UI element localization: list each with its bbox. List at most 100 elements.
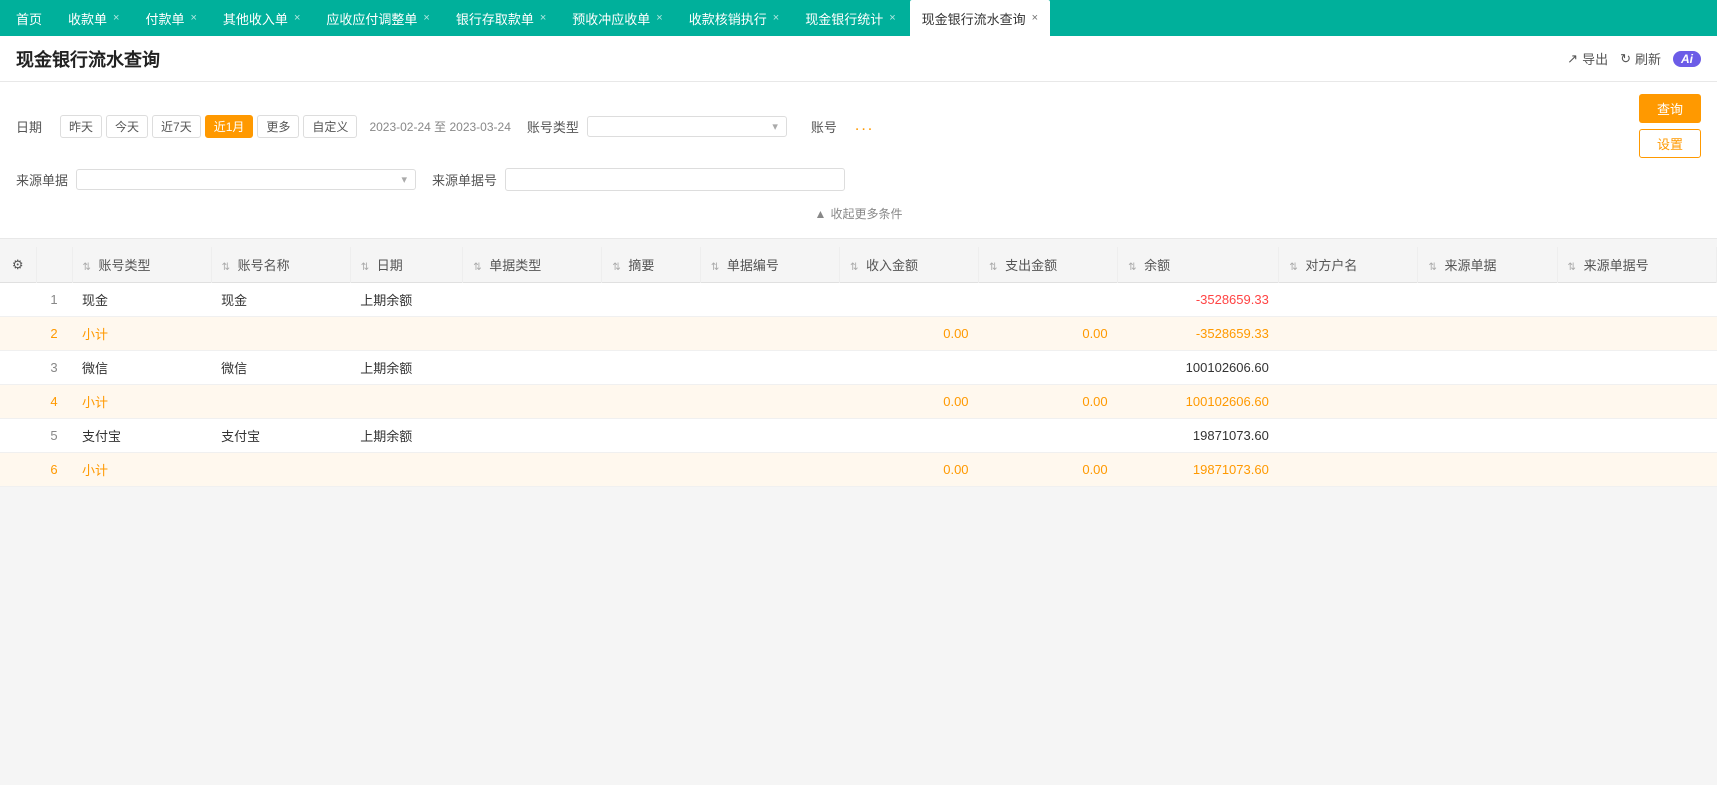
nav-tab-6[interactable]: 收款核销执行 × [677,0,791,36]
row-doc-no [700,351,839,385]
row-income [839,351,978,385]
row-expense [979,351,1118,385]
row-account-type: 小计 [72,453,211,487]
account-type-select[interactable]: ▾ [587,116,787,137]
close-icon[interactable]: × [190,12,196,24]
row-date [350,385,463,419]
table-row: 2 小计 0.00 0.00 -3528659.33 [0,317,1717,351]
row-counterparty [1279,419,1418,453]
header-actions: ↗ 导出 ↻ 刷新 Ai [1567,49,1701,68]
close-icon[interactable]: × [773,12,779,24]
date-range: 2023-02-24 至 2023-03-24 [369,118,510,135]
row-account-type: 支付宝 [72,419,211,453]
refresh-icon: ↻ [1620,51,1631,67]
date-btn-7days[interactable]: 近7天 [152,115,201,138]
account-type-filter: 账号类型 ▾ [527,116,787,137]
sort-icon: ⇅ [222,262,230,273]
sort-icon: ⇅ [711,262,719,273]
row-index: 6 [36,453,72,487]
export-button[interactable]: ↗ 导出 [1567,49,1608,68]
col-summary[interactable]: ⇅ 摘要 [602,247,700,283]
row-balance: 100102606.60 [1118,351,1279,385]
col-doc-type[interactable]: ⇅ 单据类型 [463,247,602,283]
nav-home[interactable]: 首页 [4,0,54,36]
ai-button[interactable]: Ai [1673,51,1701,67]
date-btn-more[interactable]: 更多 [257,115,299,138]
source-doc-no-input[interactable] [505,168,845,191]
col-doc-no[interactable]: ⇅ 单据编号 [700,247,839,283]
row-doc-type [463,283,602,317]
row-income: 0.00 [839,317,978,351]
nav-tab-7[interactable]: 现金银行统计 × [793,0,907,36]
account-filter: 账号 ... [811,117,874,136]
row-balance: 19871073.60 [1118,453,1279,487]
nav-tab-0[interactable]: 收款单 × [56,0,131,36]
row-source-doc [1418,351,1557,385]
nav-tab-8[interactable]: 现金银行流水查询 × [910,0,1050,36]
row-source-doc [1418,385,1557,419]
query-button[interactable]: 查询 [1639,94,1701,123]
row-account-name: 支付宝 [211,419,350,453]
nav-tab-5[interactable]: 预收冲应收单 × [560,0,674,36]
date-btn-custom[interactable]: 自定义 [303,115,357,138]
nav-tab-2[interactable]: 其他收入单 × [211,0,312,36]
source-doc-filter: 来源单据 ▾ [16,169,416,190]
row-doc-type [463,351,602,385]
close-icon[interactable]: × [1032,12,1038,24]
row-gear [0,453,36,487]
page-header: 现金银行流水查询 ↗ 导出 ↻ 刷新 Ai [0,36,1717,82]
collapse-label: 收起更多条件 [830,205,902,222]
nav-tab-3[interactable]: 应收应付调整单 × [314,0,441,36]
action-buttons: 查询 设置 [1639,94,1701,158]
col-account-name[interactable]: ⇅ 账号名称 [211,247,350,283]
col-income[interactable]: ⇅ 收入金额 [839,247,978,283]
date-btn-today[interactable]: 今天 [106,115,148,138]
row-account-name [211,317,350,351]
row-expense: 0.00 [979,453,1118,487]
data-table-container: ⚙ ⇅ 账号类型 ⇅ 账号名称 ⇅ 日期 ⇅ 单据类型 [0,247,1717,487]
col-balance[interactable]: ⇅ 余额 [1118,247,1279,283]
close-icon[interactable]: × [294,12,300,24]
close-icon[interactable]: × [113,12,119,24]
source-doc-select[interactable]: ▾ [76,169,416,190]
sort-icon: ⇅ [1128,262,1136,273]
row-doc-type [463,385,602,419]
row-doc-type [463,453,602,487]
sort-icon: ⇅ [989,262,997,273]
col-date[interactable]: ⇅ 日期 [350,247,463,283]
col-account-type[interactable]: ⇅ 账号类型 [72,247,211,283]
col-gear[interactable]: ⚙ [0,247,36,283]
row-expense: 0.00 [979,317,1118,351]
row-account-type: 小计 [72,385,211,419]
col-expense[interactable]: ⇅ 支出金额 [979,247,1118,283]
refresh-button[interactable]: ↻ 刷新 [1620,49,1661,68]
close-icon[interactable]: × [889,12,895,24]
close-icon[interactable]: × [656,12,662,24]
table-row: 4 小计 0.00 0.00 100102606.60 [0,385,1717,419]
close-icon[interactable]: × [423,12,429,24]
close-icon[interactable]: × [540,12,546,24]
date-btn-yesterday[interactable]: 昨天 [60,115,102,138]
row-balance: 100102606.60 [1118,385,1279,419]
col-source-doc[interactable]: ⇅ 来源单据 [1418,247,1557,283]
row-doc-no [700,283,839,317]
nav-tab-4[interactable]: 银行存取款单 × [444,0,558,36]
collapse-bar[interactable]: ▲ 收起更多条件 [16,201,1701,226]
account-type-label: 账号类型 [527,117,579,136]
nav-tab-1[interactable]: 付款单 × [133,0,208,36]
sort-icon: ⇅ [361,262,369,273]
export-icon: ↗ [1567,51,1578,67]
account-label: 账号 [811,117,847,136]
col-counterparty[interactable]: ⇅ 对方户名 [1279,247,1418,283]
row-balance: 19871073.60 [1118,419,1279,453]
sort-icon: ⇅ [1289,262,1297,273]
col-source-doc-no[interactable]: ⇅ 来源单据号 [1557,247,1716,283]
row-account-type: 现金 [72,283,211,317]
row-source-doc-no [1557,351,1716,385]
row-summary [602,419,700,453]
source-doc-no-filter: 来源单据号 [432,168,845,191]
account-dots-button[interactable]: ... [855,117,874,135]
setting-button[interactable]: 设置 [1639,129,1701,158]
sort-icon: ⇅ [612,262,620,273]
date-btn-1month[interactable]: 近1月 [205,115,254,138]
